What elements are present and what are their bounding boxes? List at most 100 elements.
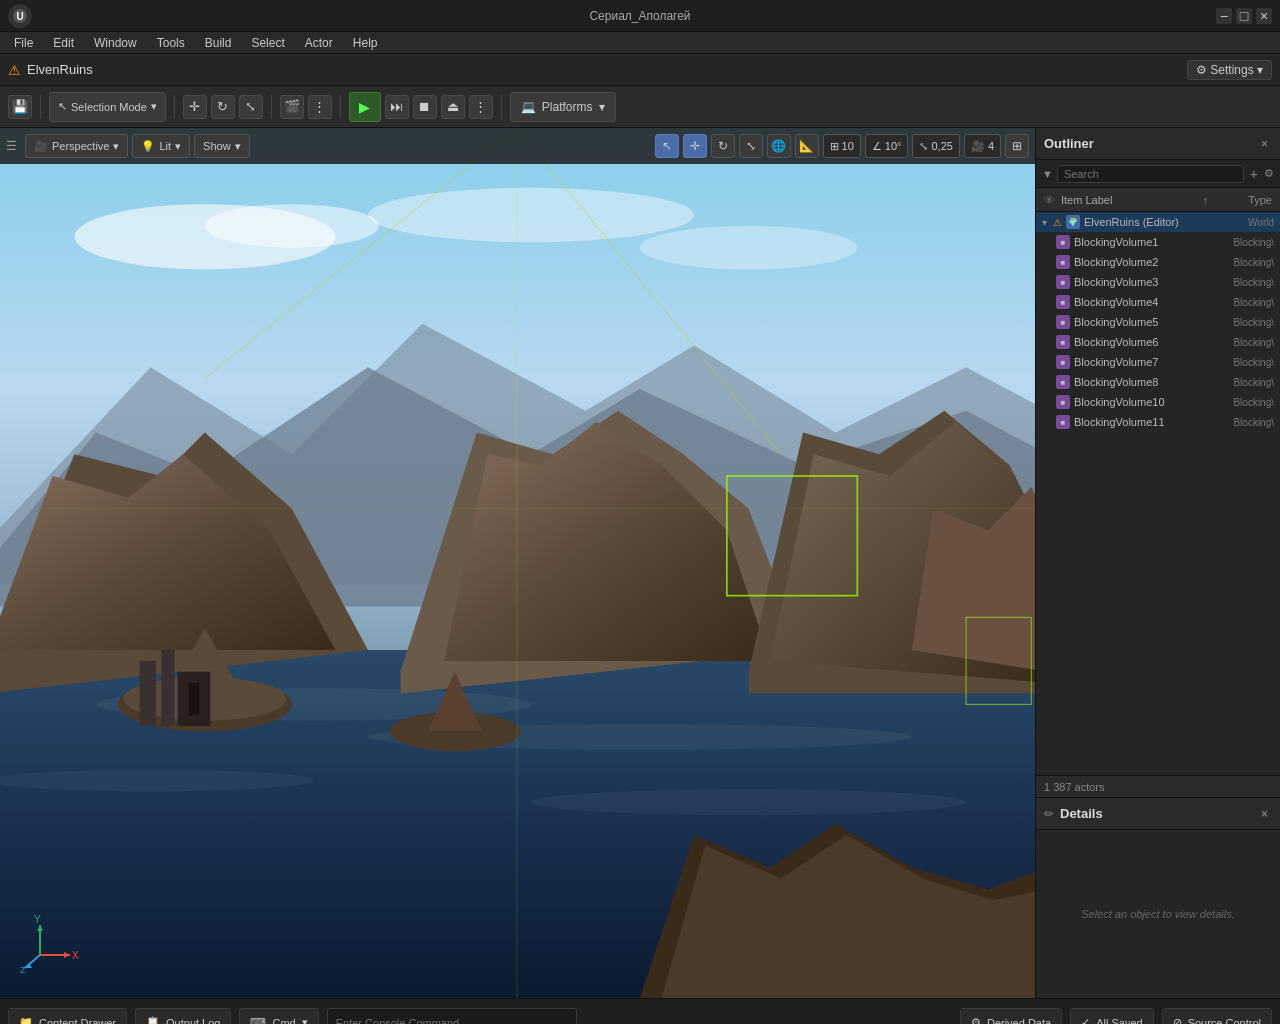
angle-icon: ∠	[872, 140, 882, 153]
platforms-dropdown[interactable]: 💻 Platforms ▾	[510, 92, 616, 122]
svg-rect-29	[189, 683, 200, 716]
translate-button[interactable]: ✛	[183, 95, 207, 119]
play-more-button[interactable]: ⋮	[469, 95, 493, 119]
cmd-dropdown[interactable]: ⌨ Cmd ▾	[239, 1008, 318, 1025]
outliner-item-world[interactable]: ▾ ⚠ 🌍 ElvenRuins (Editor) World	[1036, 212, 1280, 232]
play-icon: ▶	[359, 99, 370, 115]
cmd-icon: ⌨	[250, 1016, 266, 1024]
scale-snap-dropdown[interactable]: ⤡ 0,25	[912, 134, 959, 158]
more-options-button[interactable]: ⋮	[308, 95, 332, 119]
outliner-add-button[interactable]: +	[1248, 166, 1260, 182]
outliner-item-4[interactable]: ■ BlockingVolume5 Blocking\	[1036, 312, 1280, 332]
derived-data-button[interactable]: ⚙ Derived Data	[960, 1008, 1062, 1025]
outliner-column-header: 👁 Item Label ↑ Type	[1036, 188, 1280, 212]
eject-button[interactable]: ⏏	[441, 95, 465, 119]
outliner-search-input[interactable]	[1057, 165, 1244, 183]
all-saved-button[interactable]: ✓ All Saved	[1070, 1008, 1153, 1025]
toolbar-sep-5	[501, 95, 502, 119]
step-button[interactable]: ⏭	[385, 95, 409, 119]
scale-tool[interactable]: ⤡	[739, 134, 763, 158]
settings-button[interactable]: ⚙ Settings ▾	[1187, 60, 1272, 80]
item-type-3: Blocking\	[1233, 297, 1274, 308]
outliner-item-9[interactable]: ■ BlockingVolume11 Blocking\	[1036, 412, 1280, 432]
derived-data-icon: ⚙	[971, 1016, 981, 1024]
details-pencil-icon: ✏	[1044, 807, 1054, 821]
outliner-item-3[interactable]: ■ BlockingVolume4 Blocking\	[1036, 292, 1280, 312]
main-toolbar: 💾 ↖ Selection Mode ▾ ✛ ↻ ⤡ 🎬 ⋮ ▶ ⏭ ⏹ ⏏ ⋮…	[0, 86, 1280, 128]
perspective-button[interactable]: 🎥 Perspective ▾	[25, 134, 128, 158]
lit-icon: 💡	[141, 140, 155, 153]
outliner-item-6[interactable]: ■ BlockingVolume7 Blocking\	[1036, 352, 1280, 372]
output-log-button[interactable]: 📋 Output Log	[135, 1008, 231, 1025]
maximize-button[interactable]: □	[1236, 8, 1252, 24]
menu-build[interactable]: Build	[195, 32, 242, 54]
outliner-item-0[interactable]: ■ BlockingVolume1 Blocking\	[1036, 232, 1280, 252]
snap-tool[interactable]: 📐	[795, 134, 819, 158]
stop-button[interactable]: ⏹	[413, 95, 437, 119]
viewport[interactable]: ☰ 🎥 Perspective ▾ 💡 Lit ▾ Show ▾ ↖ ✛	[0, 128, 1035, 998]
col-sort-icon[interactable]: ↑	[1203, 194, 1209, 206]
item-name-6: BlockingVolume7	[1074, 356, 1229, 368]
svg-point-6	[640, 226, 858, 270]
minimize-button[interactable]: −	[1216, 8, 1232, 24]
details-close-button[interactable]: ×	[1257, 807, 1272, 821]
grid-snap-dropdown[interactable]: ⊞ 10	[823, 134, 861, 158]
menu-actor[interactable]: Actor	[295, 32, 343, 54]
show-button[interactable]: Show ▾	[194, 134, 250, 158]
platforms-icon: 💻	[521, 100, 536, 114]
menu-select[interactable]: Select	[241, 32, 294, 54]
outliner-item-8[interactable]: ■ BlockingVolume10 Blocking\	[1036, 392, 1280, 412]
svg-point-5	[368, 188, 694, 242]
menu-help[interactable]: Help	[343, 32, 388, 54]
world-tool[interactable]: 🌐	[767, 134, 791, 158]
camera-button[interactable]: 🎬	[280, 95, 304, 119]
svg-text:X: X	[72, 950, 79, 961]
menu-window[interactable]: Window	[84, 32, 147, 54]
content-drawer-icon: 📁	[19, 1016, 33, 1024]
outliner-footer: 1 387 actors	[1036, 775, 1280, 797]
volume-icon-1: ■	[1056, 255, 1070, 269]
menu-file[interactable]: File	[4, 32, 43, 54]
outliner-filter-button[interactable]: ▼	[1042, 168, 1053, 180]
play-button[interactable]: ▶	[349, 92, 381, 122]
scale-button[interactable]: ⤡	[239, 95, 263, 119]
selection-mode-dropdown[interactable]: ↖ Selection Mode ▾	[49, 92, 166, 122]
outliner-options-button[interactable]: ⚙	[1264, 167, 1274, 180]
volume-icon-0: ■	[1056, 235, 1070, 249]
svg-text:Y: Y	[34, 915, 41, 925]
rotate-button[interactable]: ↻	[211, 95, 235, 119]
source-control-button[interactable]: ⊘ Source Control	[1162, 1008, 1272, 1025]
viewport-menu-icon[interactable]: ☰	[6, 139, 17, 153]
camera-speed-dropdown[interactable]: 🎥 4	[964, 134, 1001, 158]
svg-marker-39	[64, 952, 70, 958]
console-input[interactable]	[327, 1008, 577, 1025]
platforms-arrow: ▾	[599, 100, 605, 114]
world-icon: 🌍	[1066, 215, 1080, 229]
item-name-7: BlockingVolume8	[1074, 376, 1229, 388]
outliner-item-1[interactable]: ■ BlockingVolume2 Blocking\	[1036, 252, 1280, 272]
select-tool[interactable]: ↖	[655, 134, 679, 158]
close-button[interactable]: ×	[1256, 8, 1272, 24]
svg-point-13	[531, 789, 966, 815]
outliner-item-7[interactable]: ■ BlockingVolume8 Blocking\	[1036, 372, 1280, 392]
cursor-icon: ↖	[58, 100, 67, 113]
rotate-tool[interactable]: ↻	[711, 134, 735, 158]
angle-snap-dropdown[interactable]: ∠ 10°	[865, 134, 909, 158]
menu-edit[interactable]: Edit	[43, 32, 84, 54]
toolbar-sep-1	[40, 95, 41, 119]
camera-speed-icon: 🎥	[971, 140, 985, 153]
outliner-item-5[interactable]: ■ BlockingVolume6 Blocking\	[1036, 332, 1280, 352]
item-type-5: Blocking\	[1233, 337, 1274, 348]
lit-button[interactable]: 💡 Lit ▾	[132, 134, 190, 158]
project-name-display: ⚠ ElvenRuins	[8, 62, 93, 78]
menu-tools[interactable]: Tools	[147, 32, 195, 54]
save-button[interactable]: 💾	[8, 95, 32, 119]
item-name-9: BlockingVolume11	[1074, 416, 1229, 428]
details-panel: ✏ Details × Select an object to view det…	[1036, 798, 1280, 998]
translate-tool[interactable]: ✛	[683, 134, 707, 158]
viewport-maximize-button[interactable]: ⊞	[1005, 134, 1029, 158]
outliner-close-button[interactable]: ×	[1257, 137, 1272, 151]
content-drawer-button[interactable]: 📁 Content Drawer	[8, 1008, 127, 1025]
cmd-label: Cmd	[272, 1017, 295, 1025]
outliner-item-2[interactable]: ■ BlockingVolume3 Blocking\	[1036, 272, 1280, 292]
